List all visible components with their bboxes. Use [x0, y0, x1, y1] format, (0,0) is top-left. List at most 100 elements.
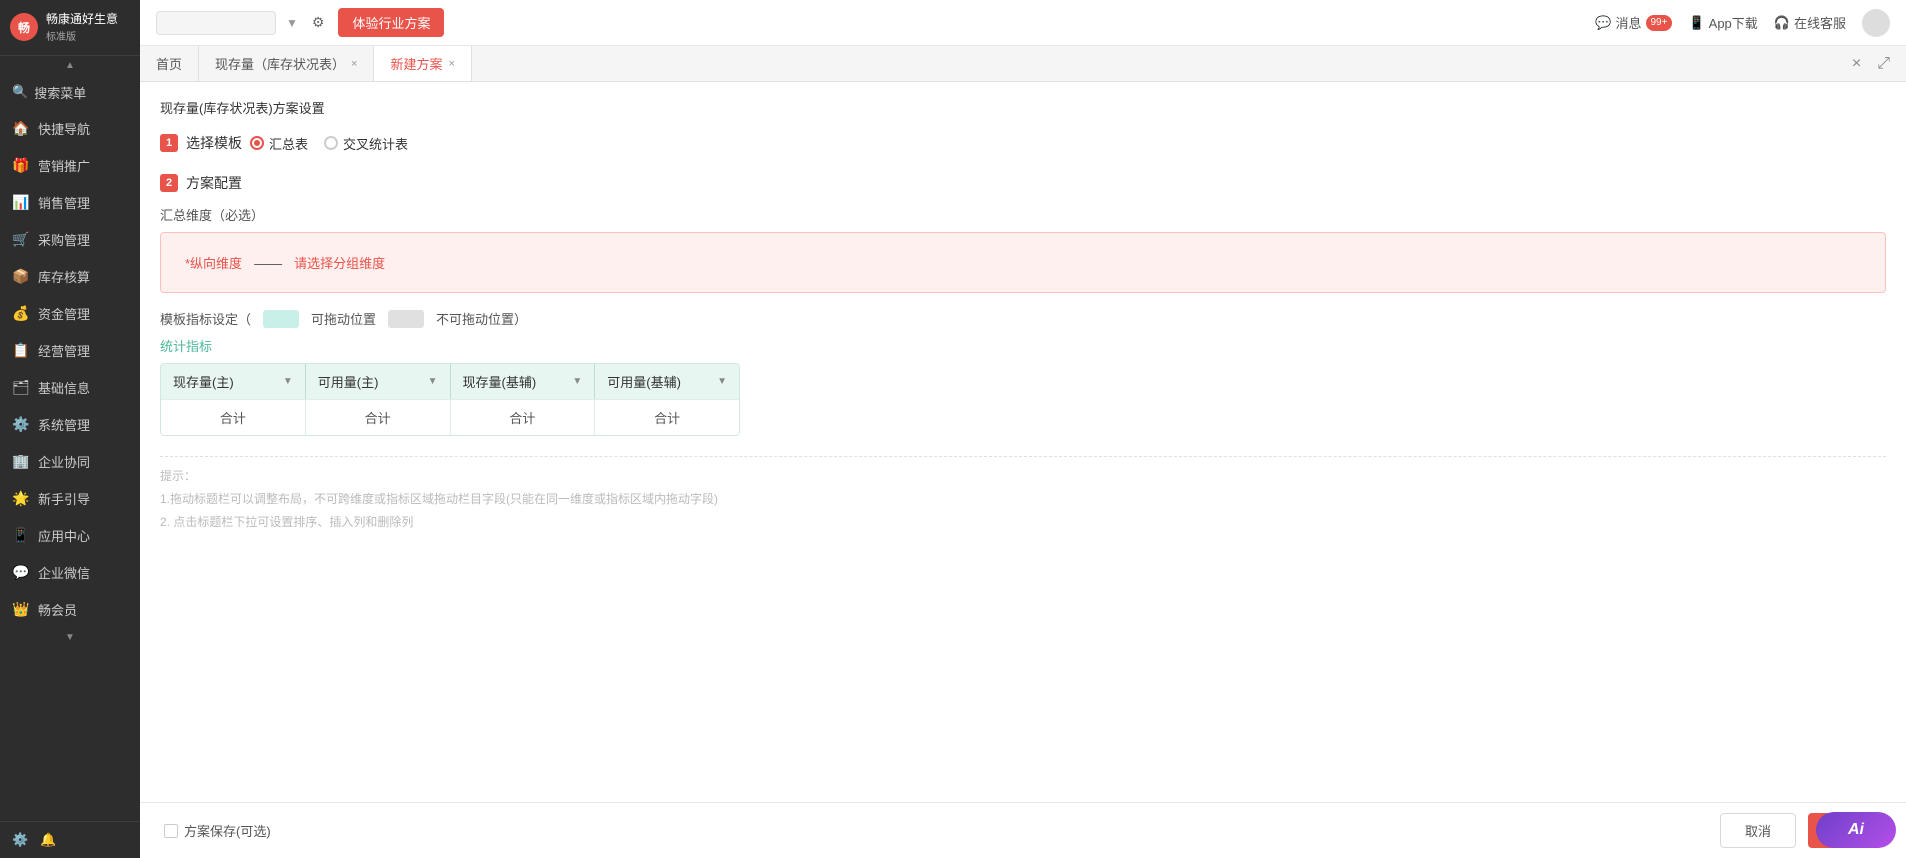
tab-new-scheme[interactable]: 新建方案 × [374, 46, 471, 81]
sidebar-item-basic-info[interactable]: 🗂 基础信息 [0, 369, 140, 406]
tab-inventory-close[interactable]: × [351, 58, 357, 70]
sidebar-item-label: 应用中心 [38, 526, 90, 545]
sidebar-item-sales[interactable]: 📊 销售管理 [0, 184, 140, 221]
radio-summary[interactable]: 汇总表 [250, 134, 308, 153]
col3-label: 现存量(基辅) [463, 372, 537, 391]
content-inner: 现存量(库存状况表)方案设置 1 选择模板 汇总表 交叉统计表 [140, 82, 1906, 858]
box-icon: 📦 [12, 268, 30, 285]
sound-icon[interactable]: 🔔 [40, 832, 56, 848]
close-panel-btn[interactable]: × [1848, 53, 1865, 75]
expand-panel-btn[interactable]: ⤢ [1873, 53, 1894, 75]
template-setting-row: 模板指标设定（ 可拖动位置 不可拖动位置） [160, 309, 1886, 328]
sidebar-item-inventory[interactable]: 📦 库存核算 [0, 258, 140, 295]
sidebar-item-finance[interactable]: 💰 资金管理 [0, 295, 140, 332]
stats-data-col3: 合计 [451, 399, 596, 435]
step1-num: 1 [160, 134, 178, 152]
sidebar-item-guide[interactable]: 🌟 新手引导 [0, 480, 140, 517]
topbar-chevron-icon[interactable]: ▼ [286, 16, 298, 30]
app-download-item[interactable]: 📱 App下载 [1688, 13, 1757, 32]
col1-chevron-icon[interactable]: ▼ [283, 376, 293, 387]
message-item[interactable]: 💬 消息 99+ [1595, 13, 1672, 32]
stats-header-col4[interactable]: 可用量(基辅) ▼ [595, 364, 739, 399]
sidebar-search-label: 搜索菜单 [34, 83, 86, 102]
sidebar-item-wechat[interactable]: 💬 企业微信 [0, 554, 140, 591]
sidebar-item-label: 基础信息 [38, 378, 90, 397]
sidebar-item-app-center[interactable]: 📱 应用中心 [0, 517, 140, 554]
sidebar-item-label: 销售管理 [38, 193, 90, 212]
sidebar-item-label: 经营管理 [38, 341, 90, 360]
cancel-button[interactable]: 取消 [1720, 813, 1796, 848]
user-avatar[interactable] [1862, 9, 1890, 37]
sidebar-item-enterprise[interactable]: 🏢 企业协同 [0, 443, 140, 480]
sidebar-item-purchase[interactable]: 🛒 采购管理 [0, 221, 140, 258]
step2-label: 方案配置 [186, 173, 242, 193]
radio-cross[interactable]: 交叉统计表 [324, 134, 408, 153]
ai-badge-label: Ai [1848, 821, 1864, 839]
col2-label: 可用量(主) [318, 372, 379, 391]
stats-header-col1[interactable]: 现存量(主) ▼ [161, 364, 306, 399]
sidebar-scroll-down[interactable]: ▼ [0, 628, 140, 647]
col3-chevron-icon[interactable]: ▼ [572, 376, 582, 387]
online-service-item[interactable]: 🎧 在线客服 [1774, 13, 1846, 32]
stats-data-col4: 合计 [595, 399, 739, 435]
sidebar-item-label: 资金管理 [38, 304, 90, 323]
logo-icon: 畅 [10, 13, 38, 41]
draggable-label: 可拖动位置 [311, 309, 376, 328]
stats-table: 现存量(主) ▼ 可用量(主) ▼ 现存量(基辅) ▼ 可用量(基辅) [160, 363, 740, 436]
folder-icon: 🗂 [12, 379, 30, 396]
sidebar-item-label: 企业协同 [38, 452, 90, 471]
sidebar-bottom-icons: ⚙️ 🔔 [12, 832, 56, 848]
ai-badge[interactable]: Ai [1816, 812, 1896, 848]
phone-icon: 📱 [12, 527, 30, 544]
tab-inventory-label: 现存量（库存状况表） [215, 54, 345, 73]
save-checkbox[interactable] [164, 824, 178, 838]
radio-cross-label: 交叉统计表 [343, 134, 408, 153]
tips-label: 提示： [160, 467, 1886, 484]
tip-2: 2. 点击标题栏下拉可设置排序、插入列和删除列 [160, 513, 1886, 530]
page-title: 现存量(库存状况表)方案设置 [160, 98, 1886, 117]
sidebar-scroll-up[interactable]: ▲ [0, 56, 140, 75]
app-edition: 标准版 [46, 28, 118, 43]
tab-new-scheme-label: 新建方案 [390, 54, 442, 73]
step1-header: 1 选择模板 汇总表 交叉统计表 [160, 133, 1886, 153]
non-draggable-indicator [388, 310, 424, 328]
dimension-required-label: 汇总维度（必选） [160, 205, 1886, 224]
save-option: 方案保存(可选) [164, 821, 271, 840]
sidebar-search[interactable]: 🔍 搜索菜单 [0, 75, 140, 110]
step2-num: 2 [160, 174, 178, 192]
topbar-search-input[interactable] [156, 11, 276, 35]
tab-new-scheme-close[interactable]: × [448, 58, 454, 70]
message-icon: 💬 [1595, 15, 1611, 31]
crown-icon: 👑 [12, 601, 30, 618]
dimension-box[interactable]: *纵向维度 —— 请选择分组维度 [160, 232, 1886, 293]
sidebar-item-label: 采购管理 [38, 230, 90, 249]
topbar-gear-icon[interactable]: ⚙ [308, 10, 329, 35]
radio-summary-label: 汇总表 [269, 134, 308, 153]
sidebar-item-operations[interactable]: 📋 经营管理 [0, 332, 140, 369]
radio-summary-dot [250, 136, 264, 150]
dimension-placeholder: 请选择分组维度 [294, 253, 385, 272]
stats-header-col2[interactable]: 可用量(主) ▼ [306, 364, 451, 399]
sidebar-item-member[interactable]: 👑 畅会员 [0, 591, 140, 628]
sidebar-item-system[interactable]: ⚙️ 系统管理 [0, 406, 140, 443]
gear-icon: ⚙️ [12, 416, 30, 433]
col4-chevron-icon[interactable]: ▼ [717, 376, 727, 387]
sidebar-item-quick-nav[interactable]: 🏠 快捷导航 [0, 110, 140, 147]
stats-header-row: 现存量(主) ▼ 可用量(主) ▼ 现存量(基辅) ▼ 可用量(基辅) [161, 364, 739, 399]
footer: 方案保存(可选) 取消 查询 [140, 802, 1906, 858]
stats-data-row: 合计 合计 合计 合计 [161, 399, 739, 435]
tab-inventory-status[interactable]: 现存量（库存状况表） × [199, 46, 374, 81]
sidebar-item-label: 新手引导 [38, 489, 90, 508]
sidebar-item-label: 畅会员 [38, 600, 77, 619]
sidebar-item-marketing[interactable]: 🎁 营销推广 [0, 147, 140, 184]
dimension-arrow: —— [254, 255, 282, 271]
tab-home[interactable]: 首页 [140, 46, 199, 81]
tab-home-label: 首页 [156, 54, 182, 73]
template-radio-group: 汇总表 交叉统计表 [250, 134, 408, 153]
search-icon: 🔍 [12, 84, 28, 100]
experience-btn[interactable]: 体验行业方案 [338, 8, 444, 37]
stats-header-col3[interactable]: 现存量(基辅) ▼ [451, 364, 596, 399]
message-label: 消息 [1615, 13, 1641, 32]
col2-chevron-icon[interactable]: ▼ [428, 376, 438, 387]
settings-icon[interactable]: ⚙️ [12, 832, 28, 848]
